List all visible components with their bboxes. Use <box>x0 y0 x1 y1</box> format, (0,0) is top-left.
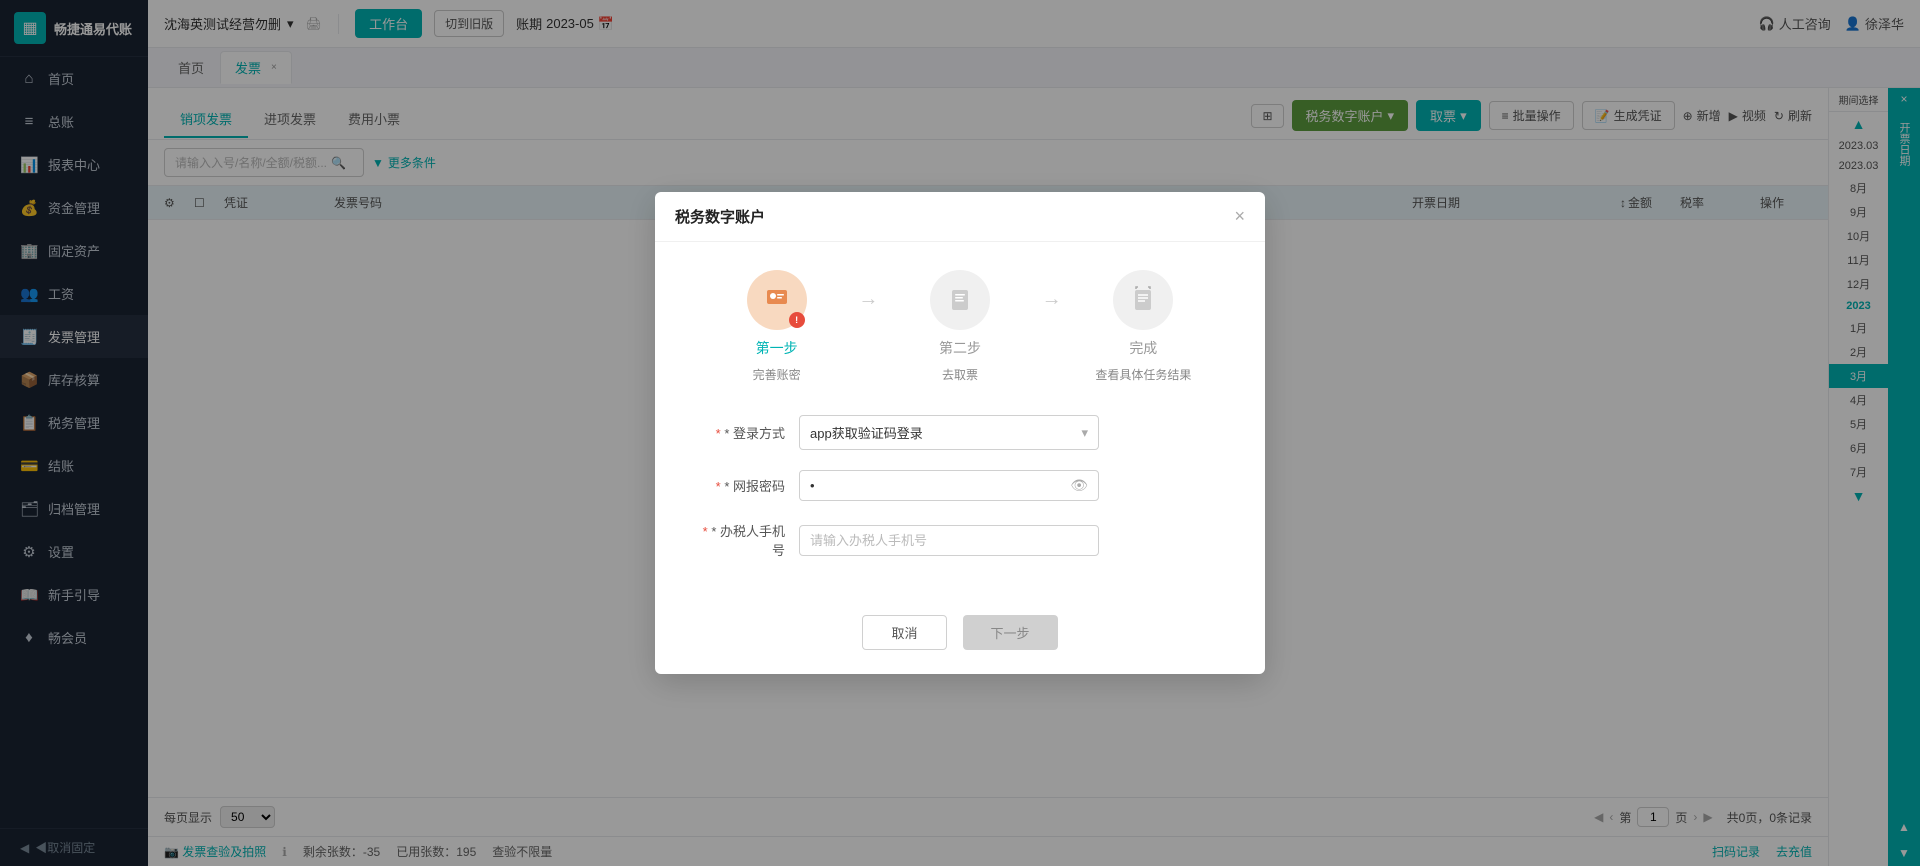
next-button[interactable]: 下一步 <box>963 615 1058 650</box>
step-2-icon <box>942 281 978 320</box>
step-3-icon <box>1125 281 1161 320</box>
dialog-form: * 登录方式 app获取验证码登录 ▾ * 网报密码 👁 * <box>695 415 1225 559</box>
step-3-circle <box>1113 270 1173 330</box>
step-1-label: 第一步 <box>756 338 798 358</box>
dialog-close-button[interactable]: × <box>1234 206 1245 227</box>
login-method-label: * 登录方式 <box>695 423 785 442</box>
step-arrow-1: → <box>858 270 878 311</box>
password-label: * 网报密码 <box>695 476 785 495</box>
cancel-button[interactable]: 取消 <box>862 615 946 650</box>
step-2-circle <box>930 270 990 330</box>
login-method-arrow: ▾ <box>1081 425 1088 441</box>
dialog-body: ! 第一步 完善账密 → <box>655 242 1265 599</box>
login-method-row: * 登录方式 app获取验证码登录 ▾ <box>695 415 1225 450</box>
step-3: 完成 查看具体任务结果 <box>1062 270 1225 383</box>
phone-input[interactable] <box>799 525 1099 556</box>
step-2-label: 第二步 <box>939 338 981 358</box>
step-1-badge: ! <box>789 312 805 328</box>
password-toggle-icon[interactable]: 👁 <box>1060 477 1098 494</box>
step-1: ! 第一步 完善账密 <box>695 270 858 383</box>
login-method-value: app获取验证码登录 <box>810 423 923 442</box>
dialog-overlay: 税务数字账户 × <box>0 0 1920 866</box>
step-3-desc: 查看具体任务结果 <box>1095 366 1191 383</box>
step-1-desc: 完善账密 <box>753 366 801 383</box>
dialog-header: 税务数字账户 × <box>655 192 1265 242</box>
step-1-circle: ! <box>747 270 807 330</box>
step-2-desc: 去取票 <box>942 366 978 383</box>
step-2: 第二步 去取票 <box>878 270 1041 383</box>
phone-label: * 办税人手机号 <box>695 521 785 559</box>
password-field-wrapper: 👁 <box>799 470 1099 501</box>
password-input[interactable] <box>800 471 1060 500</box>
dialog-title: 税务数字账户 <box>675 206 765 227</box>
dialog-actions: 取消 下一步 <box>655 599 1265 674</box>
login-method-select[interactable]: app获取验证码登录 ▾ <box>799 415 1099 450</box>
tax-digital-account-dialog: 税务数字账户 × <box>655 192 1265 674</box>
steps: ! 第一步 完善账密 → <box>695 270 1225 383</box>
phone-row: * 办税人手机号 <box>695 521 1225 559</box>
password-row: * 网报密码 👁 <box>695 470 1225 501</box>
step-3-label: 完成 <box>1129 338 1157 358</box>
step-arrow-2: → <box>1042 270 1062 311</box>
